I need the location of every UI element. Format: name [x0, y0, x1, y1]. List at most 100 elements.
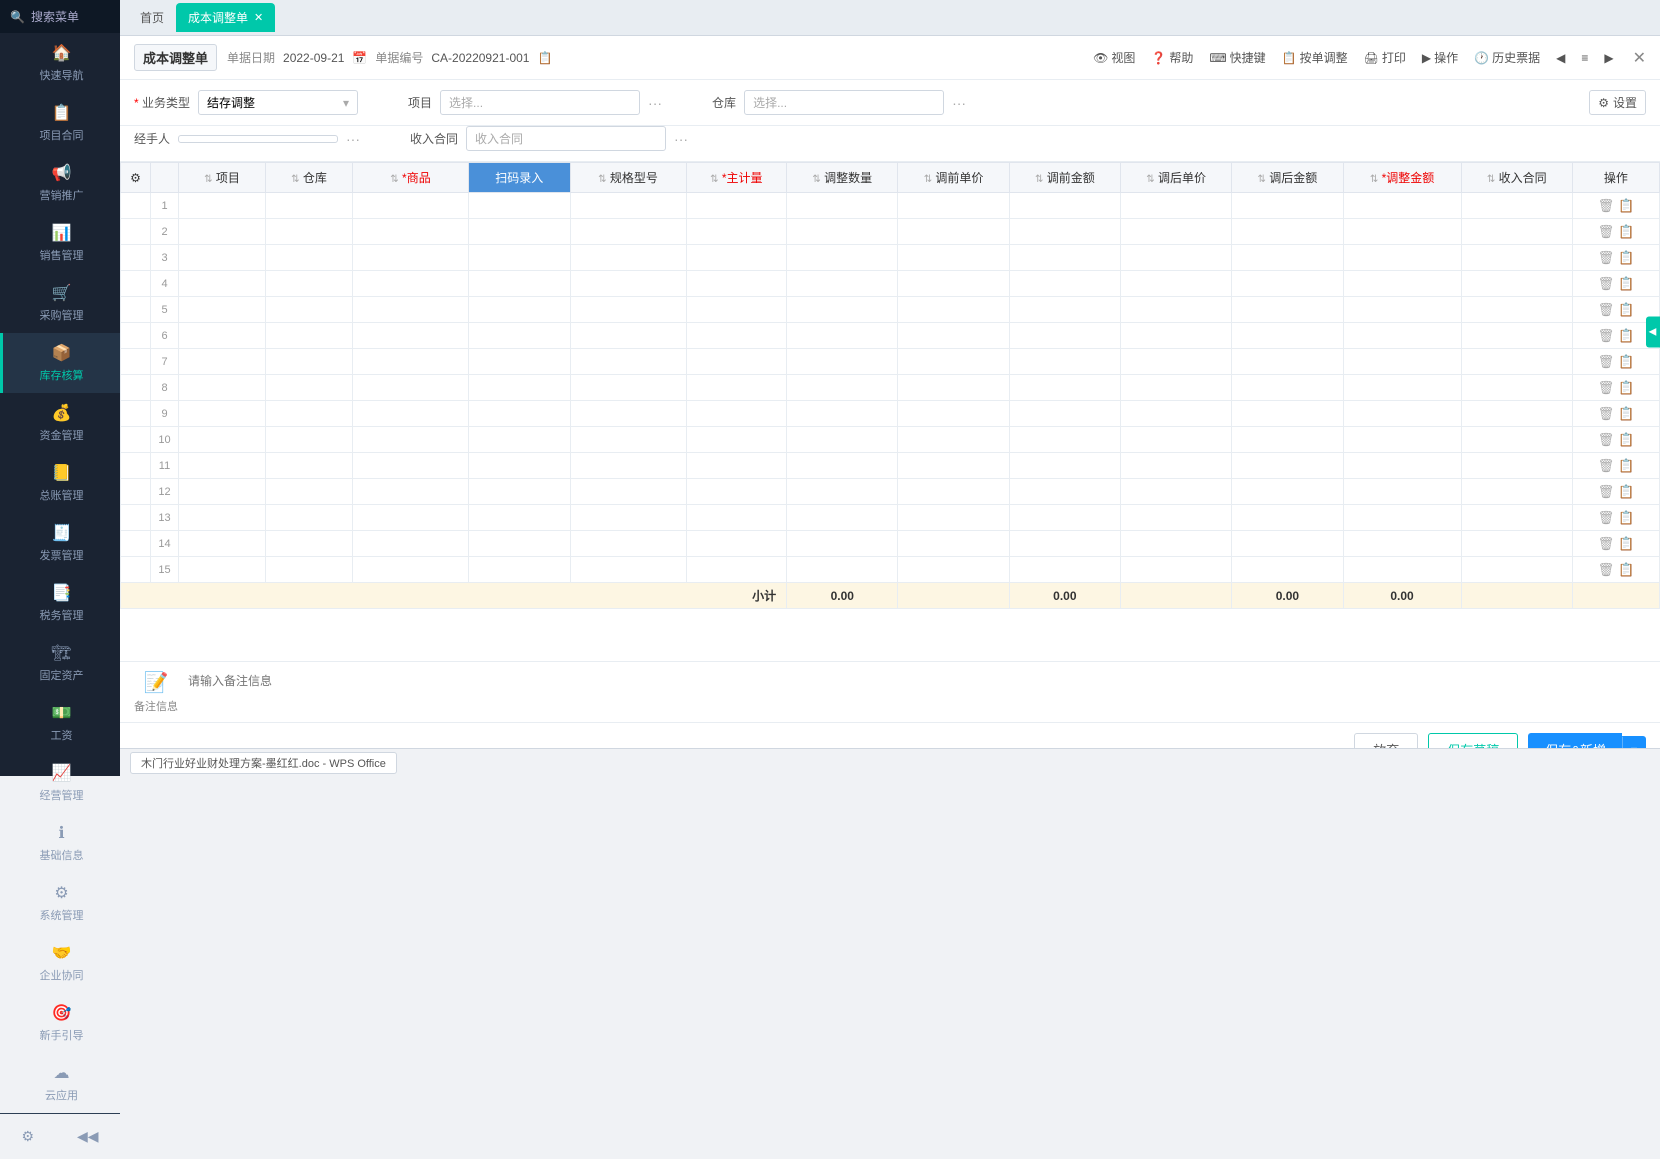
data-cell[interactable] — [1461, 557, 1572, 583]
data-cell[interactable] — [898, 271, 1009, 297]
data-cell[interactable] — [898, 349, 1009, 375]
data-cell[interactable] — [1120, 375, 1231, 401]
data-cell[interactable] — [1120, 323, 1231, 349]
data-cell[interactable] — [1343, 453, 1461, 479]
table-row[interactable]: 4🗑📋 — [121, 271, 1660, 297]
row-delete-icon[interactable]: 🗑 — [1598, 510, 1615, 526]
data-cell[interactable] — [1461, 375, 1572, 401]
data-cell[interactable] — [570, 427, 686, 453]
data-cell[interactable] — [686, 375, 787, 401]
col-adj-qty-header[interactable]: ⇅ 调整数量 — [787, 163, 898, 193]
data-cell[interactable] — [469, 557, 571, 583]
data-cell[interactable] — [898, 219, 1009, 245]
data-cell[interactable] — [1009, 193, 1120, 219]
data-cell[interactable] — [1120, 505, 1231, 531]
data-cell[interactable] — [686, 401, 787, 427]
data-cell[interactable] — [1009, 245, 1120, 271]
taskbar-wps-item[interactable]: 木门行业好业财处理方案-墨红红.doc - WPS Office — [130, 752, 397, 774]
view-btn[interactable]: 👁 视图 — [1088, 47, 1140, 68]
data-cell[interactable] — [266, 453, 353, 479]
data-cell[interactable] — [1461, 349, 1572, 375]
data-cell[interactable] — [570, 219, 686, 245]
data-cell[interactable] — [898, 557, 1009, 583]
data-cell[interactable] — [179, 427, 266, 453]
data-cell[interactable] — [570, 271, 686, 297]
data-cell[interactable] — [179, 505, 266, 531]
data-cell[interactable] — [1009, 479, 1120, 505]
data-cell[interactable] — [787, 271, 898, 297]
data-cell[interactable] — [179, 349, 266, 375]
row-copy-icon[interactable]: 📋 — [1618, 458, 1634, 474]
data-cell[interactable] — [266, 349, 353, 375]
data-cell[interactable] — [353, 297, 469, 323]
row-delete-icon[interactable]: 🗑 — [1598, 276, 1615, 292]
row-copy-icon[interactable]: 📋 — [1618, 328, 1634, 344]
data-cell[interactable] — [266, 505, 353, 531]
row-delete-icon[interactable]: 🗑 — [1598, 432, 1615, 448]
row-delete-icon[interactable]: 🗑 — [1598, 484, 1615, 500]
data-cell[interactable] — [1232, 557, 1343, 583]
data-cell[interactable] — [469, 401, 571, 427]
table-row[interactable]: 13🗑📋 — [121, 505, 1660, 531]
data-cell[interactable] — [1343, 219, 1461, 245]
data-cell[interactable] — [898, 427, 1009, 453]
sidebar-item-new-guide[interactable]: 🎯 新手引导 — [0, 993, 120, 1053]
sidebar-item-invoice-manage[interactable]: 🧾 发票管理 — [0, 513, 120, 573]
data-cell[interactable] — [570, 505, 686, 531]
sidebar-item-inventory[interactable]: 📦 库存核算 — [0, 333, 120, 393]
data-cell[interactable] — [570, 323, 686, 349]
row-delete-icon[interactable]: 🗑 — [1598, 562, 1615, 578]
data-cell[interactable] — [1343, 297, 1461, 323]
data-cell[interactable] — [686, 557, 787, 583]
col-project-header[interactable]: ⇅ 项目 — [179, 163, 266, 193]
data-cell[interactable] — [1120, 531, 1231, 557]
data-cell[interactable] — [1232, 401, 1343, 427]
data-cell[interactable] — [686, 505, 787, 531]
data-cell[interactable] — [1343, 401, 1461, 427]
data-cell[interactable] — [469, 245, 571, 271]
data-cell[interactable] — [179, 453, 266, 479]
data-cell[interactable] — [1120, 245, 1231, 271]
data-cell[interactable] — [787, 401, 898, 427]
data-cell[interactable] — [787, 193, 898, 219]
data-cell[interactable] — [266, 271, 353, 297]
data-cell[interactable] — [787, 297, 898, 323]
right-edge-handle[interactable]: ◀ — [1646, 317, 1660, 348]
data-cell[interactable] — [1120, 453, 1231, 479]
data-cell[interactable] — [787, 479, 898, 505]
data-cell[interactable] — [469, 323, 571, 349]
data-cell[interactable] — [787, 557, 898, 583]
data-cell[interactable] — [1120, 479, 1231, 505]
row-delete-icon[interactable]: 🗑 — [1598, 224, 1615, 240]
data-cell[interactable] — [570, 531, 686, 557]
data-cell[interactable] — [1120, 349, 1231, 375]
data-cell[interactable] — [1461, 531, 1572, 557]
data-cell[interactable] — [787, 427, 898, 453]
data-cell[interactable] — [1343, 271, 1461, 297]
data-cell[interactable] — [686, 245, 787, 271]
income-contract-dots[interactable]: ··· — [674, 131, 688, 147]
table-row[interactable]: 11🗑📋 — [121, 453, 1660, 479]
data-cell[interactable] — [1461, 193, 1572, 219]
project-placeholder[interactable]: 选择... — [440, 90, 640, 115]
table-row[interactable]: 15🗑📋 — [121, 557, 1660, 583]
data-cell[interactable] — [469, 271, 571, 297]
data-cell[interactable] — [266, 193, 353, 219]
data-cell[interactable] — [353, 219, 469, 245]
data-cell[interactable] — [787, 505, 898, 531]
operate-btn[interactable]: ▶ 操作 — [1417, 47, 1463, 68]
sidebar-item-project-contract[interactable]: 📋 项目合同 — [0, 93, 120, 153]
data-cell[interactable] — [353, 505, 469, 531]
col-pre-price-header[interactable]: ⇅ 调前单价 — [898, 163, 1009, 193]
data-cell[interactable] — [1343, 375, 1461, 401]
data-cell[interactable] — [469, 349, 571, 375]
col-settings-header[interactable]: ⚙ — [121, 163, 151, 193]
row-copy-icon[interactable]: 📋 — [1618, 302, 1634, 318]
review-btn[interactable]: 📋 按单调整 — [1277, 47, 1353, 68]
row-delete-icon[interactable]: 🗑 — [1598, 198, 1615, 214]
data-cell[interactable] — [469, 219, 571, 245]
warehouse-placeholder[interactable]: 选择... — [744, 90, 944, 115]
data-cell[interactable] — [1461, 323, 1572, 349]
data-cell[interactable] — [1232, 245, 1343, 271]
data-cell[interactable] — [353, 245, 469, 271]
